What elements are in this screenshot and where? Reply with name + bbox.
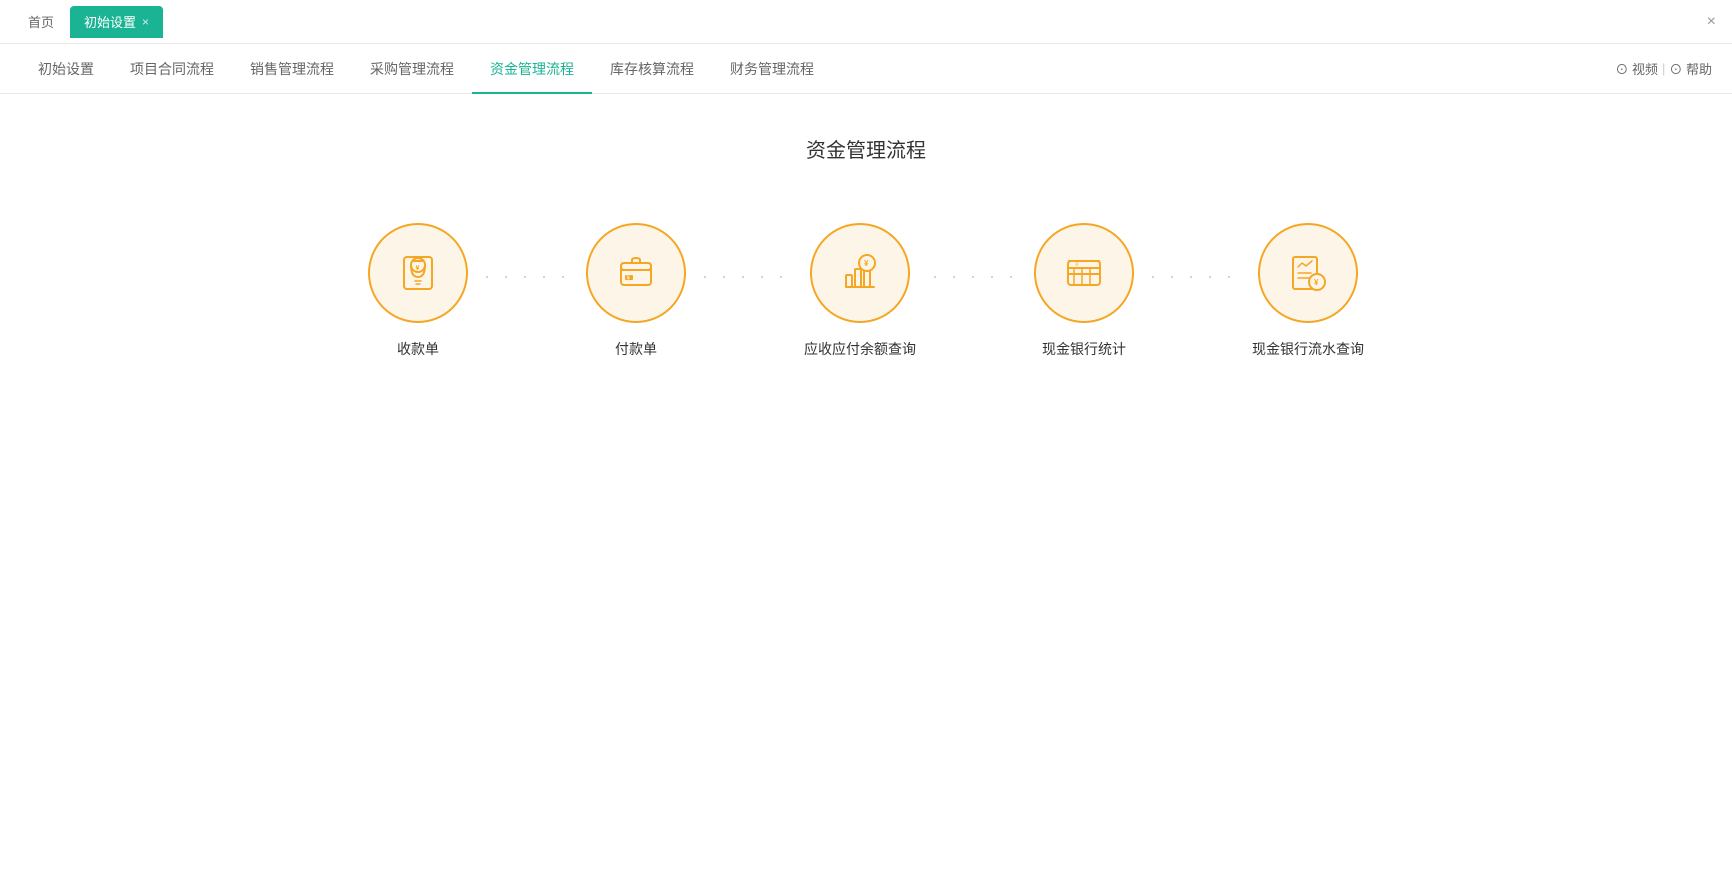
nav-right: ⊙ 视频 | ⊙ 帮助 <box>1615 59 1712 78</box>
svg-text:¥: ¥ <box>416 265 420 272</box>
nav-fund-management[interactable]: 资金管理流程 <box>472 44 592 94</box>
active-tab[interactable]: 初始设置 × <box>70 6 163 38</box>
receipt-icon: ¥ ¥ <box>394 249 442 297</box>
main-content: 资金管理流程 ¥ ¥ <box>0 94 1732 885</box>
connector-2: · · · · · <box>686 266 804 317</box>
payment-icon: ¥ <box>612 249 660 297</box>
flow-item-balance[interactable]: ¥ 应收应付余额查询 <box>804 223 916 359</box>
bank-flow-icon-circle: ¥ <box>1258 223 1358 323</box>
nav-sales-management[interactable]: 销售管理流程 <box>232 44 352 94</box>
nav-project-contract[interactable]: 项目合同流程 <box>112 44 232 94</box>
video-link[interactable]: ⊙ 视频 <box>1615 59 1658 78</box>
svg-text:≡: ≡ <box>1075 262 1079 268</box>
bank-stats-icon-circle: ≡ <box>1034 223 1134 323</box>
receipt-icon-circle: ¥ ¥ <box>368 223 468 323</box>
window-close-button[interactable]: × <box>1707 13 1716 31</box>
bank-stats-label: 现金银行统计 <box>1042 339 1126 359</box>
dots-icon: · · · · · <box>484 266 570 287</box>
dots-icon-3: · · · · · <box>932 266 1018 287</box>
nav-inventory[interactable]: 库存核算流程 <box>592 44 712 94</box>
flow-item-bank-flow[interactable]: ¥ 现金银行流水查询 <box>1252 223 1364 359</box>
flow-row: ¥ ¥ 收款单 · · · · · <box>316 223 1416 359</box>
bank-stats-icon: ≡ <box>1060 249 1108 297</box>
balance-icon-circle: ¥ <box>810 223 910 323</box>
active-tab-label: 初始设置 <box>84 12 136 31</box>
tab-close-button[interactable]: × <box>142 15 149 29</box>
page-title: 资金管理流程 <box>806 134 926 163</box>
connector-1: · · · · · <box>468 266 586 317</box>
nav-purchase-management[interactable]: 采购管理流程 <box>352 44 472 94</box>
flow-item-payment[interactable]: ¥ 付款单 <box>586 223 686 359</box>
payment-icon-circle: ¥ <box>586 223 686 323</box>
payment-label: 付款单 <box>615 339 657 359</box>
svg-text:¥: ¥ <box>864 259 869 268</box>
connector-4: · · · · · <box>1134 266 1252 317</box>
dots-icon-4: · · · · · <box>1150 266 1236 287</box>
nav-initial-setup[interactable]: 初始设置 <box>20 44 112 94</box>
svg-text:¥: ¥ <box>1314 278 1319 287</box>
receipt-label: 收款单 <box>397 339 439 359</box>
top-bar: 首页 初始设置 × × <box>0 0 1732 44</box>
nav-finance[interactable]: 财务管理流程 <box>712 44 832 94</box>
connector-3: · · · · · <box>916 266 1034 317</box>
balance-icon: ¥ <box>836 249 884 297</box>
nav-divider: | <box>1662 61 1665 76</box>
flow-item-receipt[interactable]: ¥ ¥ 收款单 <box>368 223 468 359</box>
balance-label: 应收应付余额查询 <box>804 339 916 359</box>
bank-flow-label: 现金银行流水查询 <box>1252 339 1364 359</box>
top-bar-right: × <box>1707 13 1716 31</box>
nav-bar: 初始设置 项目合同流程 销售管理流程 采购管理流程 资金管理流程 库存核算流程 … <box>0 44 1732 94</box>
home-tab[interactable]: 首页 <box>16 0 66 44</box>
bank-flow-icon: ¥ <box>1284 249 1332 297</box>
help-link[interactable]: ⊙ 帮助 <box>1669 59 1712 78</box>
flow-item-bank-stats[interactable]: ≡ 现金银行统计 <box>1034 223 1134 359</box>
dots-icon-2: · · · · · <box>702 266 788 287</box>
